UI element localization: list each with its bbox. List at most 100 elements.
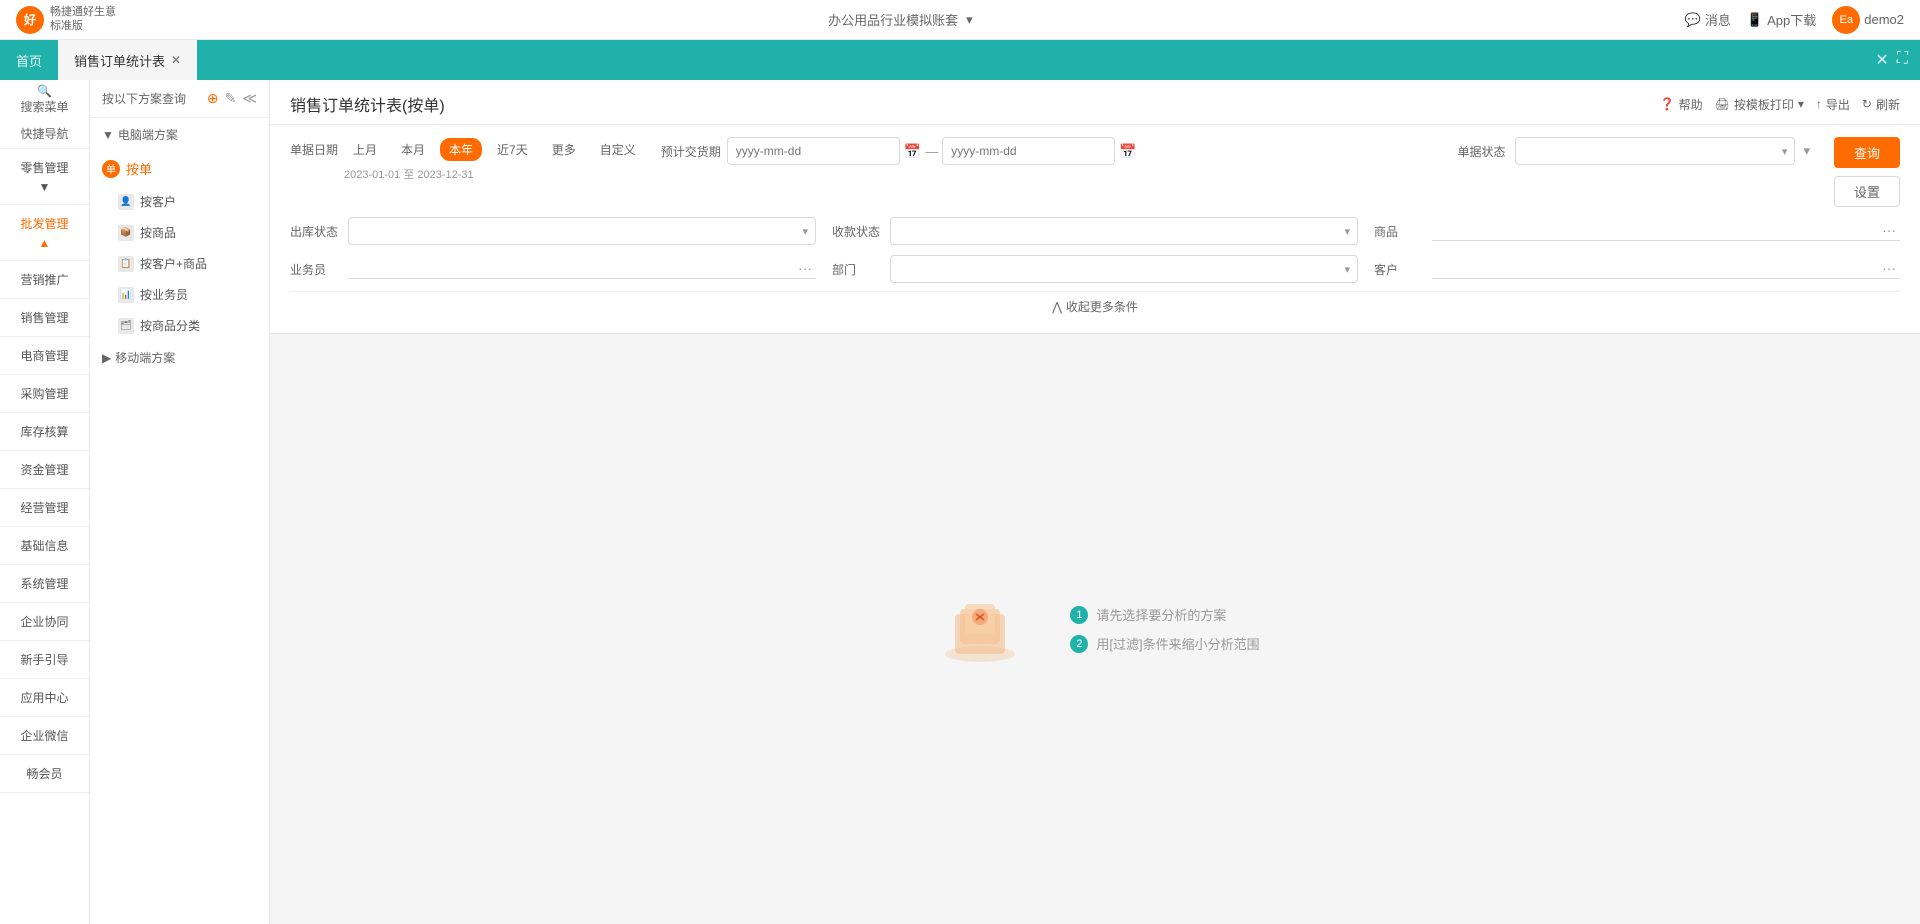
mobile-scheme-toggle[interactable]: ▶ 移动端方案 bbox=[90, 341, 269, 374]
sidebar: 🔍 搜索菜单 快捷导航 零售管理 ▼ 批发管理 ▲ 营销推广 销售管理 电商管理… bbox=[0, 80, 90, 924]
out-status-label: 出库状态 bbox=[290, 223, 340, 240]
print-template-button[interactable]: 🖨 按模板打印 ▾ bbox=[1715, 96, 1804, 113]
status-select-wrapper bbox=[1515, 137, 1795, 165]
sidebar-item-finance[interactable]: 资金管理 bbox=[0, 451, 89, 489]
sidebar-item-marketing[interactable]: 营销推广 bbox=[0, 261, 89, 299]
status-dropdown-icon: ▾ bbox=[1803, 143, 1810, 159]
out-status-select[interactable] bbox=[348, 217, 816, 245]
out-status-select-wrapper bbox=[348, 217, 816, 245]
sidebar-item-purchase[interactable]: 采购管理 bbox=[0, 375, 89, 413]
sidebar-item-newbie[interactable]: 新手引导 bbox=[0, 641, 89, 679]
pc-section-arrow-icon: ▼ bbox=[102, 128, 114, 142]
customer-more-icon[interactable]: ··· bbox=[1878, 260, 1900, 276]
sidebar-item-system[interactable]: 系统管理 bbox=[0, 565, 89, 603]
date-btn-more[interactable]: 更多 bbox=[543, 137, 585, 162]
left-panel-actions: ⊕ ✎ ≪ bbox=[207, 90, 257, 107]
dropdown-arrow-icon: ▾ bbox=[966, 12, 973, 28]
print-icon: 🖨 bbox=[1715, 97, 1730, 111]
sidebar-item-basic-info[interactable]: 基础信息 bbox=[0, 527, 89, 565]
date-btn-last-month[interactable]: 上月 bbox=[344, 137, 386, 162]
messages-button[interactable]: 💬 消息 bbox=[1685, 10, 1731, 29]
staff-more-icon[interactable]: ··· bbox=[794, 260, 816, 276]
by-customer-product-icon: 📋 bbox=[118, 256, 134, 272]
customer-label: 客户 bbox=[1374, 261, 1424, 278]
pay-status-label: 收款状态 bbox=[832, 223, 882, 240]
sidebar-item-wechat[interactable]: 企业微信 bbox=[0, 717, 89, 755]
help-button[interactable]: ❓ 帮助 bbox=[1660, 96, 1703, 113]
retail-arrow-icon: ▼ bbox=[39, 180, 51, 194]
by-staff-icon: 📊 bbox=[118, 287, 134, 303]
expected-date-to-input[interactable] bbox=[942, 137, 1115, 165]
left-panel-header: 按以下方案查询 ⊕ ✎ ≪ bbox=[90, 80, 269, 118]
wholesale-arrow-icon: ▲ bbox=[39, 236, 51, 250]
scheme-by-category[interactable]: 🗂 按商品分类 bbox=[90, 310, 269, 341]
date-btn-this-year[interactable]: 本年 bbox=[440, 138, 482, 161]
sidebar-item-sales[interactable]: 销售管理 bbox=[0, 299, 89, 337]
sidebar-item-app-center[interactable]: 应用中心 bbox=[0, 679, 89, 717]
set-button[interactable]: 设置 bbox=[1834, 176, 1900, 207]
expected-date-from-input[interactable] bbox=[727, 137, 900, 165]
calendar-to-icon[interactable]: 📅 bbox=[1119, 143, 1136, 160]
wholesale-label: 批发管理 bbox=[20, 215, 68, 232]
company-selector[interactable]: 办公用品行业模拟账套 ▾ bbox=[828, 10, 973, 29]
collapse-panel-icon[interactable]: ≪ bbox=[242, 90, 257, 107]
dept-select[interactable] bbox=[890, 255, 1358, 283]
pc-scheme-toggle[interactable]: ▼ 电脑端方案 bbox=[90, 118, 269, 151]
close-window-icon[interactable]: ✕ bbox=[1875, 50, 1888, 70]
date-btn-this-month[interactable]: 本月 bbox=[392, 137, 434, 162]
sidebar-item-ecommerce[interactable]: 电商管理 bbox=[0, 337, 89, 375]
export-button[interactable]: ↑ 导出 bbox=[1816, 96, 1850, 113]
sidebar-item-wholesale[interactable]: 批发管理 ▲ bbox=[0, 205, 89, 261]
by-product-icon: 📦 bbox=[118, 225, 134, 241]
calendar-from-icon[interactable]: 📅 bbox=[904, 143, 921, 160]
pc-scheme-section: ▼ 电脑端方案 单 按单 👤 按客户 📦 按商品 📋 按客户+商品 📊 按业 bbox=[90, 118, 269, 341]
status-label: 单据状态 bbox=[1457, 143, 1507, 160]
phone-icon: 📱 bbox=[1747, 12, 1763, 28]
tab-home[interactable]: 首页 bbox=[0, 40, 58, 80]
status-select[interactable] bbox=[1515, 137, 1795, 165]
sidebar-item-inventory[interactable]: 库存核算 bbox=[0, 413, 89, 451]
edit-scheme-icon[interactable]: ✎ bbox=[225, 90, 237, 107]
tab-close-icon[interactable]: ✕ bbox=[171, 53, 181, 67]
quick-nav-button[interactable]: 快捷导航 bbox=[0, 119, 89, 149]
search-menu-button[interactable]: 🔍 搜索菜单 bbox=[0, 80, 89, 119]
mobile-scheme-section: ▶ 移动端方案 bbox=[90, 341, 269, 374]
scheme-by-customer[interactable]: 👤 按客户 bbox=[90, 186, 269, 217]
sidebar-item-operations[interactable]: 经营管理 bbox=[0, 489, 89, 527]
add-scheme-icon[interactable]: ⊕ bbox=[207, 90, 219, 107]
left-panel: 按以下方案查询 ⊕ ✎ ≪ ▼ 电脑端方案 单 按单 👤 按客户 📦 bbox=[90, 80, 270, 924]
app-download-button[interactable]: 📱 App下载 bbox=[1747, 10, 1816, 29]
user-menu[interactable]: Ea demo2 bbox=[1832, 6, 1904, 34]
staff-label: 业务员 bbox=[290, 261, 340, 278]
dept-select-wrapper bbox=[890, 255, 1358, 283]
refresh-button[interactable]: ↻ 刷新 bbox=[1862, 96, 1900, 113]
logo-text: 畅捷通好生意 标准版 bbox=[50, 6, 116, 32]
date-btn-7days[interactable]: 近7天 bbox=[488, 137, 537, 162]
scheme-by-customer-product[interactable]: 📋 按客户+商品 bbox=[90, 248, 269, 279]
tab-sales-order[interactable]: 销售订单统计表 ✕ bbox=[58, 40, 197, 80]
empty-illustration bbox=[930, 579, 1030, 679]
action-buttons: 查询 设置 bbox=[1834, 137, 1900, 207]
tip-num-2: 2 bbox=[1070, 635, 1088, 653]
date-btn-custom[interactable]: 自定义 bbox=[591, 137, 645, 162]
pay-status-select[interactable] bbox=[890, 217, 1358, 245]
content-area: 销售订单统计表(按单) ❓ 帮助 🖨 按模板打印 ▾ ↑ 导出 ↻ 刷新 bbox=[270, 80, 1920, 924]
page-title: 销售订单统计表(按单) bbox=[290, 92, 445, 116]
maximize-window-icon[interactable]: ⛶ bbox=[1897, 50, 1908, 70]
tip-num-1: 1 bbox=[1070, 606, 1088, 624]
goods-more-icon[interactable]: ··· bbox=[1878, 222, 1900, 238]
sidebar-item-enterprise[interactable]: 企业协同 bbox=[0, 603, 89, 641]
scheme-by-order[interactable]: 单 按单 bbox=[90, 151, 269, 186]
query-button[interactable]: 查询 bbox=[1834, 137, 1900, 168]
home-tab-label: 首页 bbox=[16, 51, 42, 70]
left-panel-title: 按以下方案查询 bbox=[102, 90, 186, 107]
date-range-display: 2023-01-01 至 2023-12-31 bbox=[344, 169, 474, 181]
pc-section-label: 电脑端方案 bbox=[118, 126, 178, 143]
collapse-filter-button[interactable]: ⋀ 收起更多条件 bbox=[290, 291, 1900, 321]
sidebar-item-member[interactable]: 畅会员 bbox=[0, 755, 89, 793]
tabbar: 首页 销售订单统计表 ✕ ✕ ⛶ bbox=[0, 40, 1920, 80]
scheme-by-staff[interactable]: 📊 按业务员 bbox=[90, 279, 269, 310]
scheme-by-product[interactable]: 📦 按商品 bbox=[90, 217, 269, 248]
sidebar-item-retail[interactable]: 零售管理 ▼ bbox=[0, 149, 89, 205]
date-label: 单据日期 bbox=[290, 141, 340, 158]
